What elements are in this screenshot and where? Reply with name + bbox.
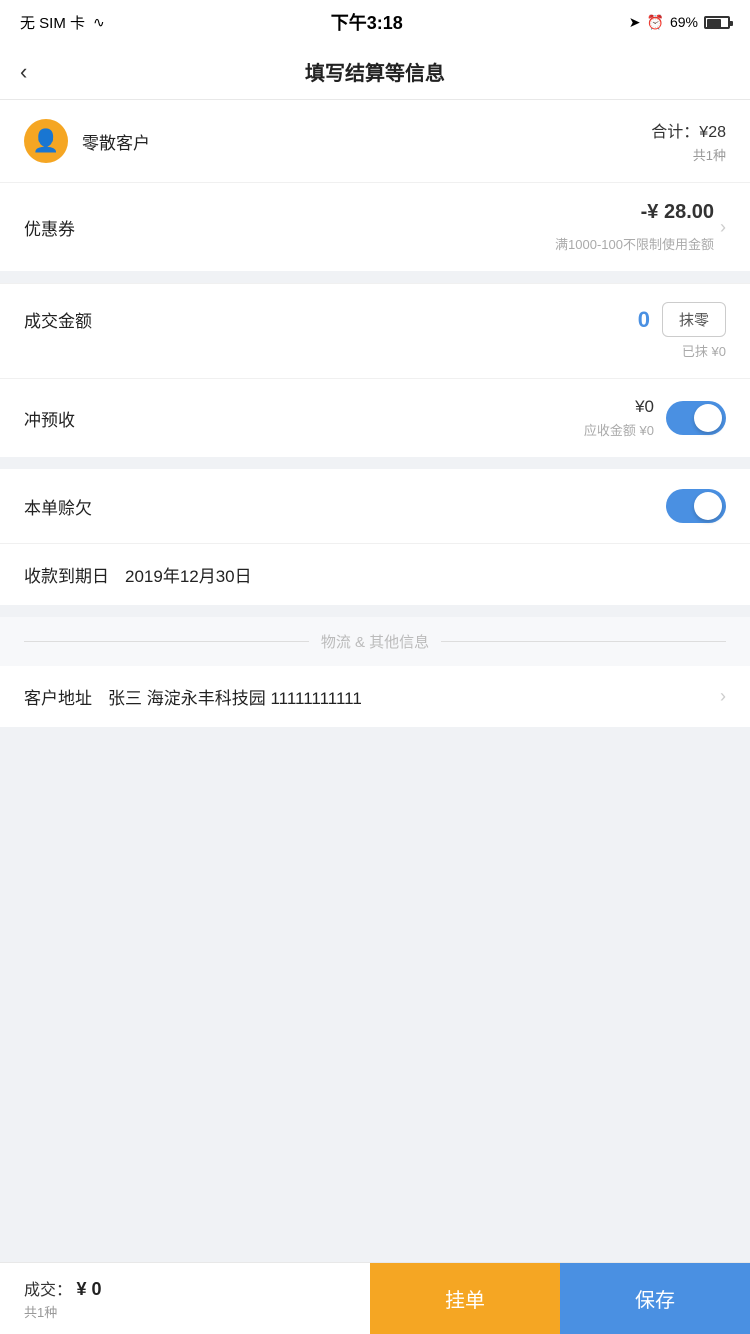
debt-row: 本单赊欠	[0, 469, 750, 543]
prereceipt-right: ¥0 应收金额 ¥0	[584, 397, 726, 439]
bottom-bar: 成交： ¥ 0 共1种 挂单 保存	[0, 1262, 750, 1334]
save-button[interactable]: 保存	[560, 1263, 750, 1334]
status-time: 下午3:18	[331, 9, 403, 35]
customer-row: 👤 零散客户 合计：¥28 共1种	[0, 100, 750, 182]
customer-total: 合计：¥28	[651, 118, 726, 142]
battery-icon	[704, 16, 730, 29]
customer-name: 零散客户	[82, 129, 150, 154]
page-title: 填写结算等信息	[305, 57, 445, 86]
logistics-line-left	[24, 641, 309, 642]
address-value: 张三 海淀永丰科技园 11111111111	[108, 684, 720, 709]
due-date-label: 收款到期日	[24, 562, 109, 587]
logistics-label: 物流 & 其他信息	[321, 631, 429, 652]
status-left: 无 SIM 卡 ∿	[20, 12, 105, 33]
bottom-deal-row: 成交： ¥ 0	[24, 1276, 346, 1300]
address-label: 客户地址	[24, 684, 92, 709]
debt-section: 本单赊欠 收款到期日 2019年12月30日	[0, 469, 750, 605]
debt-toggle[interactable]	[666, 489, 726, 523]
amount-right: 0 抹零	[638, 302, 726, 337]
chevron-right-icon: ›	[720, 217, 726, 238]
prereceipt-toggle[interactable]	[666, 401, 726, 435]
nav-bar: ‹ 填写结算等信息	[0, 44, 750, 100]
bottom-count: 共1种	[24, 1302, 346, 1321]
alarm-icon: ⏰	[647, 14, 664, 31]
back-button[interactable]: ‹	[20, 59, 27, 85]
bottom-info: 成交： ¥ 0 共1种	[0, 1276, 370, 1321]
pending-button[interactable]: 挂单	[370, 1263, 560, 1334]
coupon-right: -¥ 28.00 满1000-100不限制使用金额	[555, 201, 714, 253]
prereceipt-value: ¥0	[584, 397, 654, 417]
status-right: ➤ ⏰ 69%	[629, 14, 730, 31]
coupon-value: -¥ 28.00	[641, 201, 714, 224]
coupon-label: 优惠券	[24, 215, 75, 240]
round-off-button[interactable]: 抹零	[662, 302, 726, 337]
address-section: 客户地址 张三 海淀永丰科技园 11111111111 ›	[0, 666, 750, 727]
person-icon: 👤	[32, 128, 59, 154]
sim-status: 无 SIM 卡	[20, 12, 85, 33]
prereceipt-label: 冲预收	[24, 406, 75, 431]
amount-label: 成交金额	[24, 307, 92, 332]
coupon-row[interactable]: 优惠券 -¥ 28.00 满1000-100不限制使用金额 ›	[0, 182, 750, 271]
amount-top: 成交金额 0 抹零	[24, 302, 726, 337]
bottom-deal-label: 成交：	[24, 1282, 72, 1299]
prereceipt-row: 冲预收 ¥0 应收金额 ¥0	[0, 378, 750, 457]
logistics-header: 物流 & 其他信息	[0, 617, 750, 666]
amount-row: 成交金额 0 抹零 已抹 ¥0	[0, 283, 750, 378]
wifi-icon: ∿	[93, 14, 105, 31]
location-icon: ➤	[629, 14, 641, 31]
due-date-value: 2019年12月30日	[125, 562, 252, 587]
bottom-spacer	[0, 739, 750, 819]
bottom-deal-value: ¥ 0	[76, 1279, 101, 1299]
prereceipt-sub: 应收金额 ¥0	[584, 420, 654, 439]
amount-sub: 已抹 ¥0	[24, 341, 726, 360]
customer-section: 👤 零散客户 合计：¥28 共1种 优惠券 -¥ 28.00 满1000-100…	[0, 100, 750, 271]
logistics-section: 物流 & 其他信息	[0, 617, 750, 666]
battery-percent: 69%	[670, 14, 698, 30]
status-bar: 无 SIM 卡 ∿ 下午3:18 ➤ ⏰ 69%	[0, 0, 750, 44]
address-row[interactable]: 客户地址 张三 海淀永丰科技园 11111111111 ›	[0, 666, 750, 727]
customer-right: 合计：¥28 共1种	[651, 118, 726, 164]
due-date-row: 收款到期日 2019年12月30日	[0, 543, 750, 605]
address-chevron-icon: ›	[720, 686, 726, 707]
amount-value: 0	[638, 307, 650, 333]
logistics-line-right	[441, 641, 726, 642]
transaction-section: 成交金额 0 抹零 已抹 ¥0 冲预收 ¥0 应收金额 ¥0	[0, 283, 750, 457]
customer-count: 共1种	[651, 145, 726, 164]
debt-label: 本单赊欠	[24, 494, 92, 519]
coupon-sub: 满1000-100不限制使用金额	[555, 234, 714, 253]
customer-left: 👤 零散客户	[24, 119, 150, 163]
customer-avatar: 👤	[24, 119, 68, 163]
prereceipt-values: ¥0 应收金额 ¥0	[584, 397, 654, 439]
